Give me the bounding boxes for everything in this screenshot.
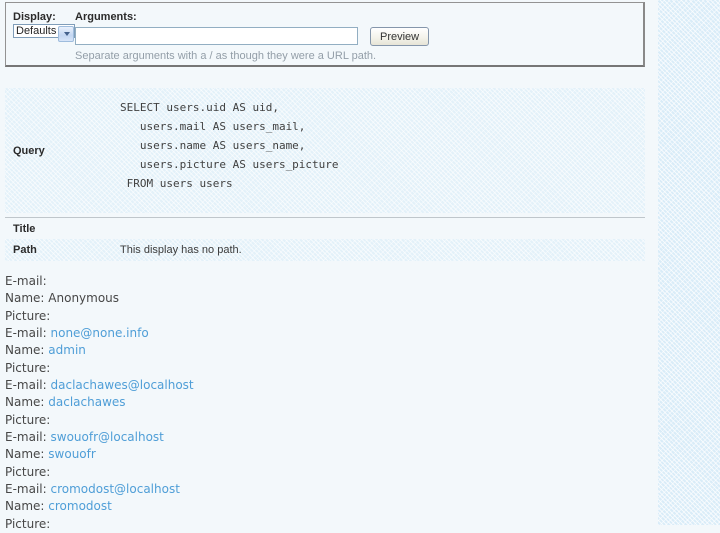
field-label: Picture: bbox=[5, 412, 51, 427]
result-line: Picture: bbox=[5, 412, 658, 429]
field-label: Name: bbox=[5, 499, 45, 514]
path-value: This display has no path. bbox=[120, 244, 242, 256]
result-line: Name: admin bbox=[5, 342, 658, 359]
field-label: E-mail: bbox=[5, 325, 47, 340]
result-line: E-mail: swouofr@localhost bbox=[5, 429, 658, 446]
result-line: E-mail: bbox=[5, 273, 658, 290]
arguments-help-text: Separate arguments with a / as though th… bbox=[75, 50, 377, 62]
title-label: Title bbox=[13, 222, 36, 235]
path-label: Path bbox=[13, 244, 37, 256]
field-label: Picture: bbox=[5, 516, 51, 531]
result-line: E-mail: daclachawes@localhost bbox=[5, 377, 658, 394]
field-value: Anonymous bbox=[48, 291, 120, 306]
display-column: Display: Defaults bbox=[13, 10, 75, 38]
arguments-label: Arguments: bbox=[75, 11, 137, 23]
field-label: Picture: bbox=[5, 464, 51, 479]
result-line: Name: Anonymous bbox=[5, 290, 658, 307]
query-label: Query bbox=[13, 144, 45, 157]
title-row: Title bbox=[5, 217, 645, 239]
field-label: E-mail: bbox=[5, 481, 47, 496]
user-email-link[interactable]: cromodost@localhost bbox=[51, 482, 180, 496]
query-row: Query SELECT users.uid AS uid, users.mai… bbox=[5, 88, 645, 213]
query-value-cell: SELECT users.uid AS uid, users.mail AS u… bbox=[120, 88, 645, 213]
result-line: Name: daclachawes bbox=[5, 394, 658, 411]
right-rail-background bbox=[658, 0, 720, 525]
result-line: E-mail: none@none.info bbox=[5, 325, 658, 342]
display-select[interactable]: Defaults bbox=[13, 24, 75, 38]
preview-form: Display: Defaults Arguments: Preview Sep… bbox=[5, 2, 645, 67]
preview-results: E-mail: Name: Anonymous Picture: E-mail:… bbox=[5, 273, 658, 533]
result-line: Name: cromodost bbox=[5, 498, 658, 515]
arguments-input[interactable] bbox=[75, 27, 358, 45]
field-label: Name: bbox=[5, 447, 45, 462]
query-sql: SELECT users.uid AS uid, users.mail AS u… bbox=[120, 101, 339, 190]
field-label: E-mail: bbox=[5, 429, 47, 444]
user-name-link[interactable]: swouofr bbox=[48, 447, 96, 461]
result-line: Picture: bbox=[5, 464, 658, 481]
user-email-link[interactable]: daclachawes@localhost bbox=[51, 378, 194, 392]
user-name-link[interactable]: admin bbox=[48, 343, 86, 357]
user-email-link[interactable]: swouofr@localhost bbox=[51, 430, 164, 444]
field-label: Picture: bbox=[5, 360, 51, 375]
field-label: Name: bbox=[5, 291, 45, 306]
field-label: Name: bbox=[5, 343, 45, 358]
result-line: Picture: bbox=[5, 360, 658, 377]
result-line: Picture: bbox=[5, 308, 658, 325]
arguments-controls: Preview bbox=[75, 27, 643, 46]
user-name-link[interactable]: daclachawes bbox=[48, 395, 125, 409]
user-email-link[interactable]: none@none.info bbox=[51, 326, 149, 340]
display-select-wrap: Defaults bbox=[13, 24, 75, 38]
view-summary: Query SELECT users.uid AS uid, users.mai… bbox=[5, 88, 645, 261]
result-line: Picture: bbox=[5, 516, 658, 533]
preview-button[interactable]: Preview bbox=[370, 27, 430, 46]
display-label: Display: bbox=[13, 11, 56, 23]
main-content: Display: Defaults Arguments: Preview Sep… bbox=[0, 0, 658, 531]
field-label: E-mail: bbox=[5, 274, 47, 288]
field-label: Name: bbox=[5, 395, 45, 410]
arguments-column: Arguments: Preview Separate arguments wi… bbox=[75, 10, 643, 63]
field-label: E-mail: bbox=[5, 377, 47, 392]
user-name-link[interactable]: cromodost bbox=[48, 499, 112, 513]
path-row: Path This display has no path. bbox=[5, 239, 645, 261]
result-line: Name: swouofr bbox=[5, 446, 658, 463]
field-label: Picture: bbox=[5, 308, 51, 323]
result-line: E-mail: cromodost@localhost bbox=[5, 481, 658, 498]
